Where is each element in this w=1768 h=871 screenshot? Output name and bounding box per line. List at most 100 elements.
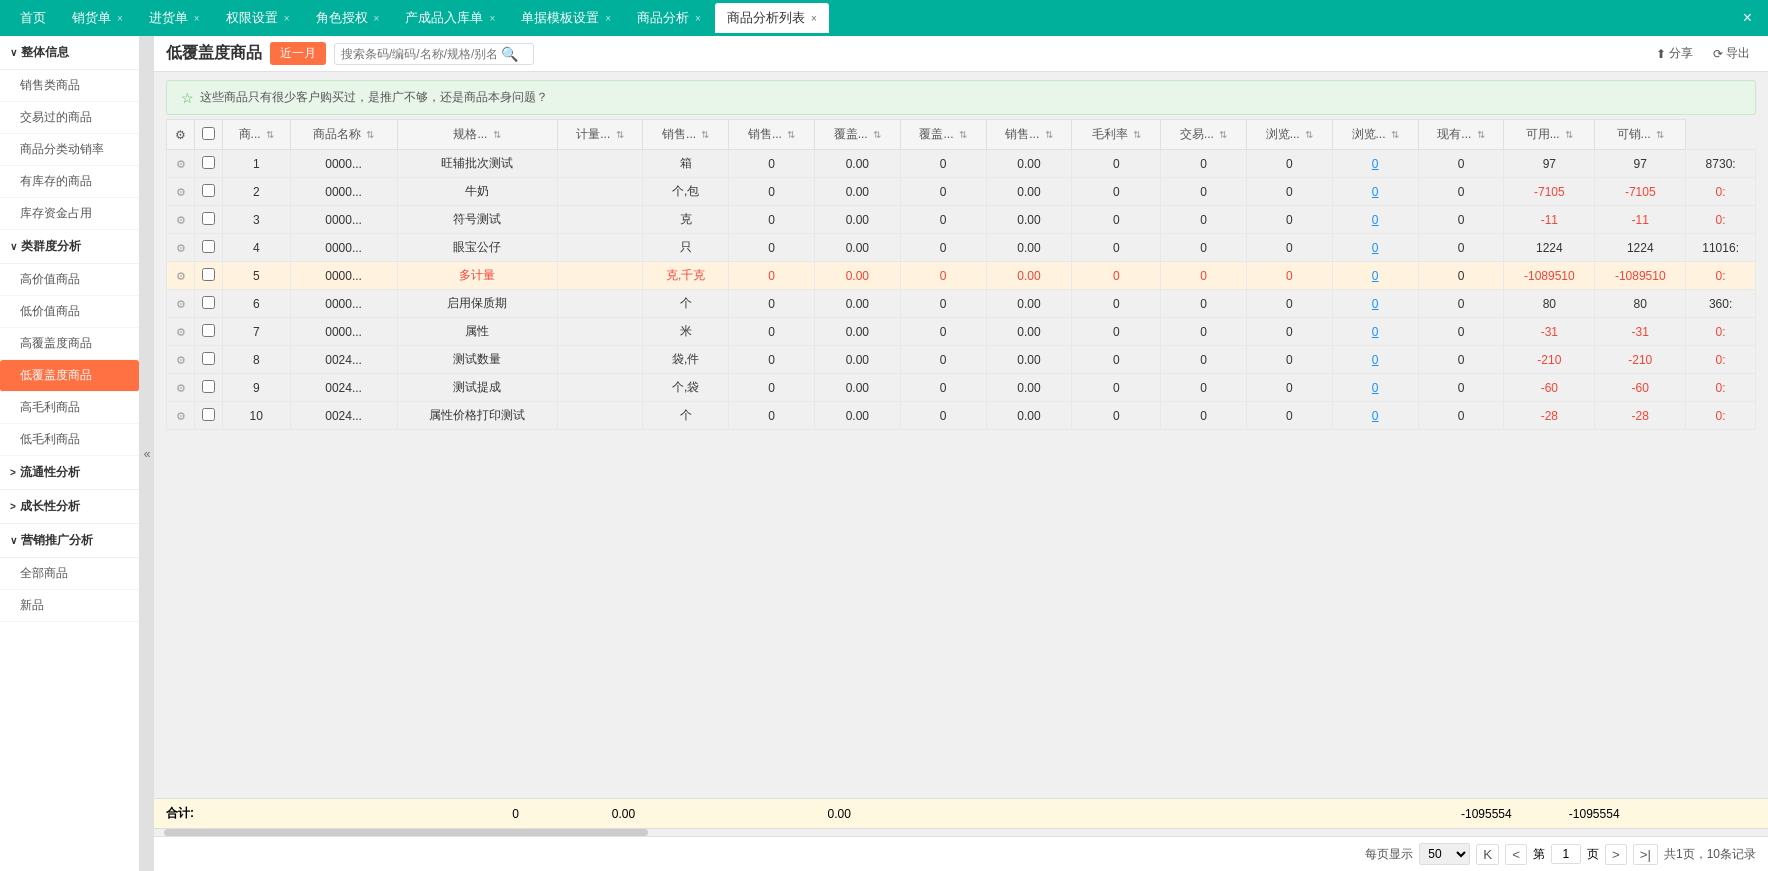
sidebar-item-low-value[interactable]: 低价值商品 [0, 296, 139, 328]
cell-avail: -28 [1595, 402, 1686, 430]
cell-gear[interactable]: ⚙ [167, 402, 195, 430]
cell-gear[interactable]: ⚙ [167, 262, 195, 290]
cell-checkbox[interactable] [195, 178, 223, 206]
col-avail: 可用... ⇅ [1504, 120, 1595, 150]
cell-checkbox[interactable] [195, 346, 223, 374]
nav-tab-roles[interactable]: 角色授权 × [304, 3, 392, 33]
cell-trade: 0 [1246, 262, 1332, 290]
cell-browse1: 0 [1332, 234, 1418, 262]
close-analysis-list-tab[interactable]: × [811, 13, 817, 24]
sidebar-item-all-goods[interactable]: 全部商品 [0, 558, 139, 590]
search-input[interactable] [341, 47, 501, 61]
sidebar-item-category-rate[interactable]: 商品分类动销率 [0, 134, 139, 166]
nav-tab-inbound[interactable]: 产成品入库单 × [393, 3, 507, 33]
nav-tab-analysis-list[interactable]: 商品分析列表 × [715, 3, 829, 33]
close-all-button[interactable]: × [1735, 5, 1760, 31]
cell-checkbox[interactable] [195, 318, 223, 346]
close-sales-tab[interactable]: × [117, 13, 123, 24]
close-template-tab[interactable]: × [605, 13, 611, 24]
cell-gear[interactable]: ⚙ [167, 346, 195, 374]
row-checkbox[interactable] [202, 240, 215, 253]
cell-gear[interactable]: ⚙ [167, 234, 195, 262]
per-page-label: 每页显示 [1365, 846, 1413, 863]
cell-gear[interactable]: ⚙ [167, 206, 195, 234]
cell-avail: -11 [1595, 206, 1686, 234]
share-button[interactable]: ⬆ 分享 [1650, 42, 1699, 65]
cell-gross: 0 [1161, 290, 1247, 318]
nav-tab-sales[interactable]: 销货单 × [60, 3, 135, 33]
export-button[interactable]: ⟳ 导出 [1707, 42, 1756, 65]
nav-tab-template[interactable]: 单据模板设置 × [509, 3, 623, 33]
checkbox-column-header[interactable] [195, 120, 223, 150]
per-page-select[interactable]: 50 100 200 [1419, 843, 1470, 865]
page-input[interactable] [1551, 844, 1581, 864]
sidebar-item-low-margin[interactable]: 低毛利商品 [0, 424, 139, 456]
close-permissions-tab[interactable]: × [284, 13, 290, 24]
gear-column-header[interactable]: ⚙ [167, 120, 195, 150]
cell-cover1: 0 [900, 150, 986, 178]
cell-sales-amt: 0.00 [814, 290, 900, 318]
row-checkbox[interactable] [202, 352, 215, 365]
row-checkbox[interactable] [202, 296, 215, 309]
sidebar-collapse-button[interactable]: « [140, 36, 154, 871]
sidebar-section-overview[interactable]: ∨ 整体信息 [0, 36, 139, 70]
sidebar-item-stock-goods[interactable]: 有库存的商品 [0, 166, 139, 198]
table-row: ⚙30000...符号测试克00.0000.0000000-11-110: [167, 206, 1756, 234]
close-roles-tab[interactable]: × [374, 13, 380, 24]
sidebar-section-marketing[interactable]: ∨ 营销推广分析 [0, 524, 139, 558]
cell-checkbox[interactable] [195, 290, 223, 318]
cell-checkbox[interactable] [195, 374, 223, 402]
cell-gear[interactable]: ⚙ [167, 318, 195, 346]
nav-tab-analysis[interactable]: 商品分析 × [625, 3, 713, 33]
first-page-button[interactable]: K [1476, 844, 1499, 865]
cell-sales2: 0 [1072, 178, 1161, 206]
cell-gear[interactable]: ⚙ [167, 150, 195, 178]
sidebar-item-high-value[interactable]: 高价值商品 [0, 264, 139, 296]
row-checkbox[interactable] [202, 184, 215, 197]
nav-tab-home[interactable]: 首页 [8, 3, 58, 33]
cell-checkbox[interactable] [195, 206, 223, 234]
sidebar-item-traded-goods[interactable]: 交易过的商品 [0, 102, 139, 134]
next-page-button[interactable]: > [1605, 844, 1627, 865]
table-container[interactable]: ⚙ 商... ⇅ 商品名称 ⇅ 规格... ⇅ 计量... ⇅ 销售... ⇅ … [166, 119, 1756, 798]
horizontal-scrollbar[interactable] [154, 828, 1768, 836]
row-checkbox[interactable] [202, 380, 215, 393]
close-purchase-tab[interactable]: × [194, 13, 200, 24]
cell-checkbox[interactable] [195, 402, 223, 430]
cell-browse2: 0 [1418, 150, 1504, 178]
select-all-checkbox[interactable] [202, 127, 215, 140]
cell-saleable: 360: [1686, 290, 1756, 318]
row-checkbox[interactable] [202, 212, 215, 225]
close-inbound-tab[interactable]: × [489, 13, 495, 24]
cell-checkbox[interactable] [195, 234, 223, 262]
cell-gear[interactable]: ⚙ [167, 178, 195, 206]
nav-tab-purchase[interactable]: 进货单 × [137, 3, 212, 33]
sidebar-section-growth[interactable]: > 成长性分析 [0, 490, 139, 524]
sidebar-item-new-goods[interactable]: 新品 [0, 590, 139, 622]
last-page-button[interactable]: >| [1633, 844, 1658, 865]
sidebar-section-group[interactable]: ∨ 类群度分析 [0, 230, 139, 264]
close-analysis-tab[interactable]: × [695, 13, 701, 24]
prev-page-button[interactable]: < [1505, 844, 1527, 865]
sidebar-item-high-coverage[interactable]: 高覆盖度商品 [0, 328, 139, 360]
nav-tab-permissions[interactable]: 权限设置 × [214, 3, 302, 33]
cell-gear[interactable]: ⚙ [167, 290, 195, 318]
row-checkbox[interactable] [202, 408, 215, 421]
cell-sales2: 0 [1072, 234, 1161, 262]
row-checkbox[interactable] [202, 268, 215, 281]
sidebar-section-circulation[interactable]: > 流通性分析 [0, 456, 139, 490]
sidebar-item-stock-capital[interactable]: 库存资金占用 [0, 198, 139, 230]
row-checkbox[interactable] [202, 324, 215, 337]
cell-gross: 0 [1161, 234, 1247, 262]
cell-no: 8 [223, 346, 291, 374]
col-curr: 现有... ⇅ [1418, 120, 1504, 150]
period-button[interactable]: 近一月 [270, 42, 326, 65]
cell-gear[interactable]: ⚙ [167, 374, 195, 402]
sidebar-item-low-coverage[interactable]: 低覆盖度商品 [0, 360, 139, 392]
cell-checkbox[interactable] [195, 262, 223, 290]
cell-checkbox[interactable] [195, 150, 223, 178]
sidebar-item-sales-goods[interactable]: 销售类商品 [0, 70, 139, 102]
row-checkbox[interactable] [202, 156, 215, 169]
cell-unit: 个 [643, 402, 729, 430]
sidebar-item-high-margin[interactable]: 高毛利商品 [0, 392, 139, 424]
